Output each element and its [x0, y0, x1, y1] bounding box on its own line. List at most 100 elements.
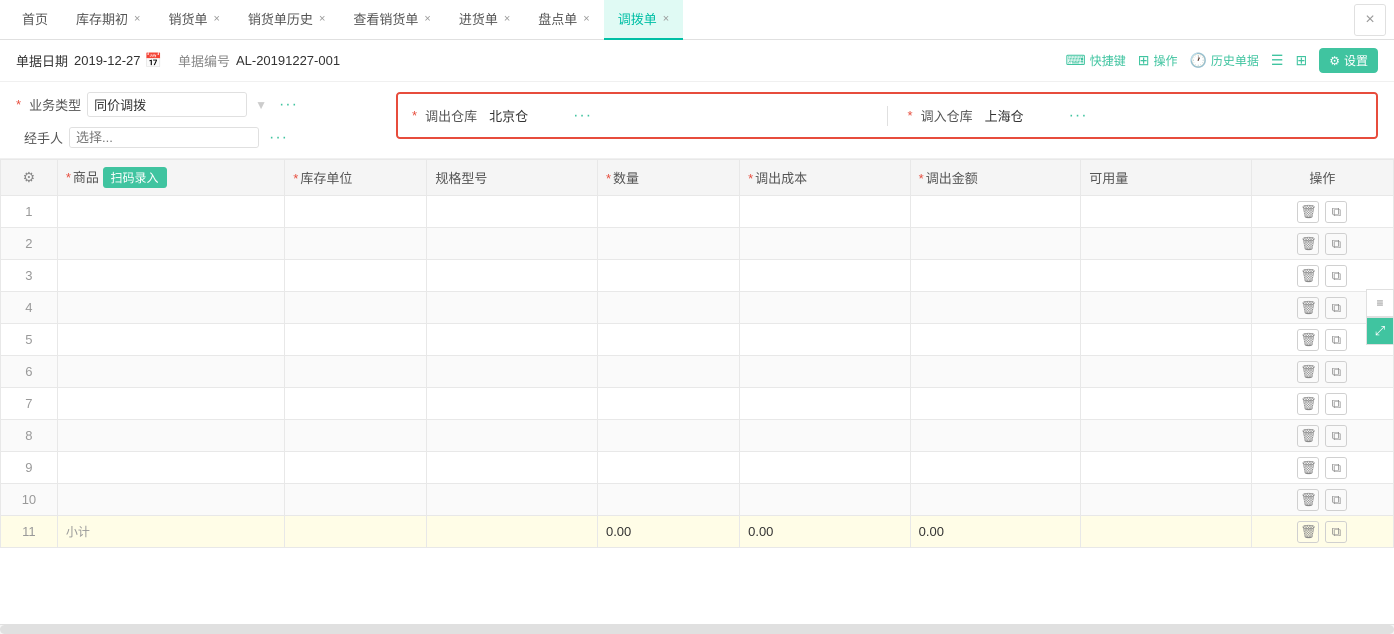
amount-cell-7[interactable]: [910, 388, 1081, 420]
product-cell-7[interactable]: [57, 388, 284, 420]
tab-inventory-check[interactable]: 盘点单 ×: [524, 0, 603, 40]
available-cell-9[interactable]: [1081, 452, 1252, 484]
quantity-cell-6[interactable]: [597, 356, 739, 388]
cost-cell-5[interactable]: [740, 324, 911, 356]
cost-cell-9[interactable]: [740, 452, 911, 484]
tab-close-transfer-order[interactable]: ×: [663, 13, 669, 25]
quantity-cell-9[interactable]: [597, 452, 739, 484]
operations-action[interactable]: ⊞ 操作: [1138, 52, 1178, 69]
tab-home[interactable]: 首页: [8, 0, 62, 40]
row-copy-btn-8[interactable]: ⧉: [1325, 425, 1347, 447]
handler-input[interactable]: [69, 127, 259, 148]
unit-cell-10[interactable]: [285, 484, 427, 516]
product-cell-4[interactable]: [57, 292, 284, 324]
row-delete-btn-9[interactable]: 🗑: [1297, 457, 1319, 479]
unit-cell-6[interactable]: [285, 356, 427, 388]
shortcuts-action[interactable]: ⌨ 快捷键: [1065, 52, 1125, 69]
tab-purchase-order[interactable]: 进货单 ×: [445, 0, 524, 40]
quantity-cell-5[interactable]: [597, 324, 739, 356]
tab-view-sales[interactable]: 查看销货单 ×: [339, 0, 444, 40]
tab-close-inventory-init[interactable]: ×: [134, 13, 140, 25]
row-copy-btn[interactable]: ⧉: [1325, 521, 1347, 543]
product-cell-5[interactable]: [57, 324, 284, 356]
tab-inventory-init[interactable]: 库存期初 ×: [62, 0, 154, 40]
row-copy-btn-6[interactable]: ⧉: [1325, 361, 1347, 383]
unit-cell-7[interactable]: [285, 388, 427, 420]
spec-cell-5[interactable]: [427, 324, 598, 356]
cost-cell-4[interactable]: [740, 292, 911, 324]
row-copy-btn-1[interactable]: ⧉: [1325, 201, 1347, 223]
amount-cell-8[interactable]: [910, 420, 1081, 452]
row-copy-btn-4[interactable]: ⧉: [1325, 297, 1347, 319]
tab-transfer-order[interactable]: 调拨单 ×: [604, 0, 683, 40]
scan-button[interactable]: 扫码录入: [103, 167, 167, 188]
product-cell-1[interactable]: [57, 196, 284, 228]
table-gear-button[interactable]: ⚙: [23, 169, 36, 186]
cost-cell-3[interactable]: [740, 260, 911, 292]
cost-cell-10[interactable]: [740, 484, 911, 516]
product-cell-8[interactable]: [57, 420, 284, 452]
horizontal-scrollbar[interactable]: [0, 624, 1394, 634]
spec-cell-10[interactable]: [427, 484, 598, 516]
spec-cell-1[interactable]: [427, 196, 598, 228]
row-delete-btn-6[interactable]: 🗑: [1297, 361, 1319, 383]
row-copy-btn-7[interactable]: ⧉: [1325, 393, 1347, 415]
spec-cell-9[interactable]: [427, 452, 598, 484]
layout-action[interactable]: ☰: [1271, 52, 1284, 69]
cost-cell-1[interactable]: [740, 196, 911, 228]
cost-cell-2[interactable]: [740, 228, 911, 260]
tab-close-sales-history[interactable]: ×: [319, 13, 325, 25]
available-cell-1[interactable]: [1081, 196, 1252, 228]
spec-cell-2[interactable]: [427, 228, 598, 260]
unit-cell-2[interactable]: [285, 228, 427, 260]
available-cell-4[interactable]: [1081, 292, 1252, 324]
row-delete-btn[interactable]: 🗑: [1297, 521, 1319, 543]
out-warehouse-value[interactable]: 北京仓: [483, 104, 563, 127]
product-cell-9[interactable]: [57, 452, 284, 484]
cost-cell-8[interactable]: [740, 420, 911, 452]
row-copy-btn-2[interactable]: ⧉: [1325, 233, 1347, 255]
row-delete-btn-5[interactable]: 🗑: [1297, 329, 1319, 351]
unit-cell-5[interactable]: [285, 324, 427, 356]
row-copy-btn-5[interactable]: ⧉: [1325, 329, 1347, 351]
quantity-cell-10[interactable]: [597, 484, 739, 516]
biz-type-value[interactable]: 同价调拨: [87, 92, 247, 117]
amount-cell-3[interactable]: [910, 260, 1081, 292]
out-warehouse-more[interactable]: ···: [569, 108, 596, 124]
product-cell-3[interactable]: [57, 260, 284, 292]
quantity-cell-2[interactable]: [597, 228, 739, 260]
spec-cell-4[interactable]: [427, 292, 598, 324]
side-expand-btn[interactable]: ⤢: [1366, 317, 1394, 345]
tab-close-sales-order[interactable]: ×: [213, 13, 219, 25]
quantity-cell-3[interactable]: [597, 260, 739, 292]
tab-sales-order[interactable]: 销货单 ×: [154, 0, 233, 40]
row-delete-btn-4[interactable]: 🗑: [1297, 297, 1319, 319]
history-action[interactable]: 🕐 历史单据: [1189, 52, 1258, 69]
row-delete-btn-10[interactable]: 🗑: [1297, 489, 1319, 511]
product-cell-2[interactable]: [57, 228, 284, 260]
side-list-btn[interactable]: ≡: [1366, 289, 1394, 317]
amount-cell-6[interactable]: [910, 356, 1081, 388]
available-cell-5[interactable]: [1081, 324, 1252, 356]
biz-type-more[interactable]: ···: [275, 97, 302, 113]
row-delete-btn-8[interactable]: 🗑: [1297, 425, 1319, 447]
quantity-cell-7[interactable]: [597, 388, 739, 420]
settings-button[interactable]: ⚙ 设置: [1319, 48, 1378, 73]
spec-cell-3[interactable]: [427, 260, 598, 292]
spec-cell-7[interactable]: [427, 388, 598, 420]
product-cell-6[interactable]: [57, 356, 284, 388]
amount-cell-5[interactable]: [910, 324, 1081, 356]
quantity-cell-8[interactable]: [597, 420, 739, 452]
quantity-cell-4[interactable]: [597, 292, 739, 324]
unit-cell-3[interactable]: [285, 260, 427, 292]
biz-type-dropdown[interactable]: ▼: [253, 98, 269, 112]
in-warehouse-value[interactable]: 上海仓: [979, 104, 1059, 127]
available-cell-7[interactable]: [1081, 388, 1252, 420]
amount-cell-9[interactable]: [910, 452, 1081, 484]
amount-cell-10[interactable]: [910, 484, 1081, 516]
in-warehouse-more[interactable]: ···: [1065, 108, 1092, 124]
product-cell-10[interactable]: [57, 484, 284, 516]
calendar-icon[interactable]: 📅: [145, 52, 162, 69]
row-copy-btn-3[interactable]: ⧉: [1325, 265, 1347, 287]
amount-cell-1[interactable]: [910, 196, 1081, 228]
